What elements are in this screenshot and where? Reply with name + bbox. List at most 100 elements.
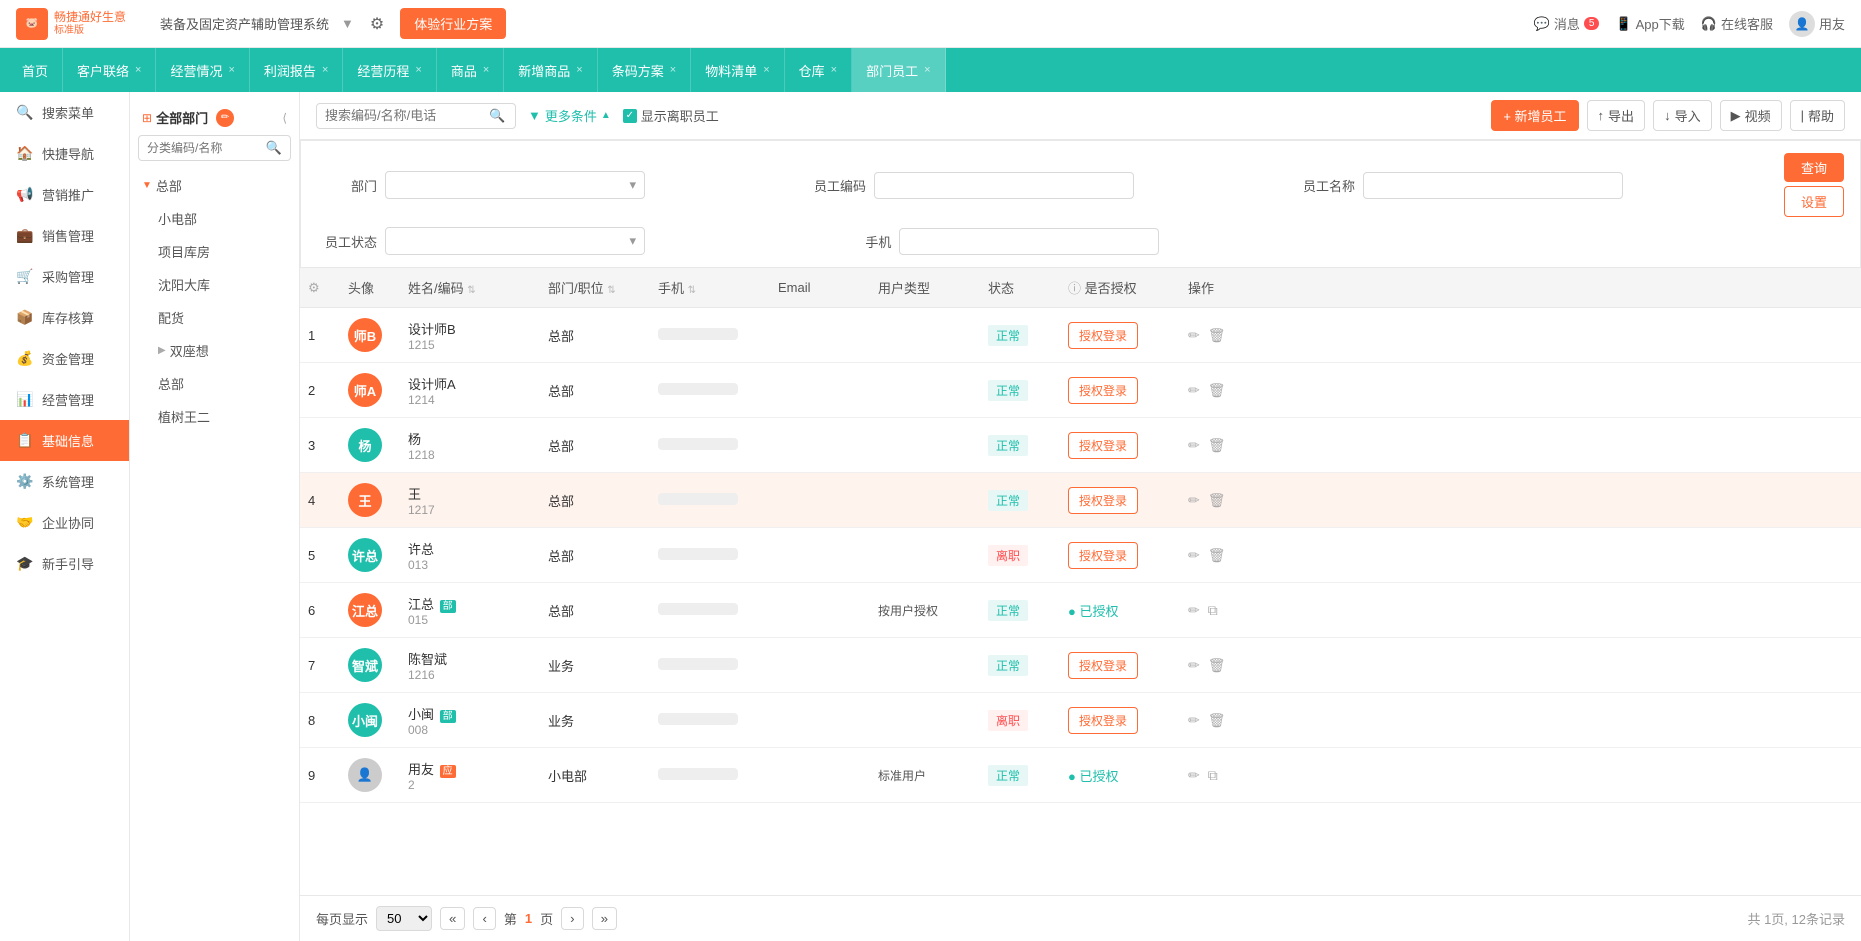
phone-input[interactable] (899, 228, 1159, 255)
edit-icon[interactable]: ✏ (1188, 767, 1200, 784)
edit-icon[interactable]: ✏ (1188, 602, 1200, 619)
auth-button[interactable]: 授权登录 (1068, 322, 1138, 349)
status-select[interactable]: ▾ (385, 227, 645, 255)
next-page-button[interactable]: › (561, 907, 583, 930)
message-item[interactable]: 💬 消息 5 (1534, 14, 1600, 33)
sidebar-item-guide[interactable]: 🎓 新手引导 (0, 543, 129, 584)
edit-icon[interactable]: ✏ (1188, 382, 1200, 399)
sidebar-item-collab[interactable]: 🤝 企业协同 (0, 502, 129, 543)
dept-item-zhishu[interactable]: 植树王二 (130, 400, 299, 433)
sidebar-item-management[interactable]: 📊 经营管理 (0, 379, 129, 420)
sidebar-item-finance[interactable]: 💰 资金管理 (0, 338, 129, 379)
tab-department-staff[interactable]: 部门员工 × (852, 48, 945, 92)
search-icon[interactable]: 🔍 (489, 108, 505, 124)
edit-icon[interactable]: ✏ (1188, 657, 1200, 674)
auth-button[interactable]: 授权登录 (1068, 432, 1138, 459)
view-button[interactable]: ▶ 视频 (1720, 100, 1782, 131)
close-icon[interactable]: × (415, 64, 421, 76)
search-input[interactable] (325, 108, 485, 123)
close-icon[interactable]: × (322, 64, 328, 76)
close-icon[interactable]: × (576, 64, 582, 76)
prev-page-button[interactable]: ‹ (473, 907, 495, 930)
tab-customer[interactable]: 客户联络 × (63, 48, 156, 92)
close-icon[interactable]: × (135, 64, 141, 76)
sidebar-item-search[interactable]: 🔍 搜索菜单 (0, 92, 129, 133)
settings-icon[interactable]: ⚙ (308, 280, 320, 295)
tab-new-goods[interactable]: 新增商品 × (504, 48, 597, 92)
query-button[interactable]: 查询 (1784, 153, 1844, 182)
close-icon[interactable]: × (670, 64, 676, 76)
sidebar-item-basic-info[interactable]: 📋 基础信息 (0, 420, 129, 461)
tab-operation[interactable]: 经营情况 × (156, 48, 249, 92)
tab-goods[interactable]: 商品 × (437, 48, 504, 92)
dept-item-distribution[interactable]: 配货 (130, 301, 299, 334)
collapse-icon[interactable]: ⟨ (282, 111, 287, 125)
user-item[interactable]: 👤 用友 (1789, 11, 1845, 37)
edit-icon[interactable]: ✏ (1188, 547, 1200, 564)
close-icon[interactable]: × (228, 64, 234, 76)
edit-icon[interactable]: ✏ (1188, 712, 1200, 729)
more-filter-button[interactable]: ▼ 更多条件 ▲ (528, 106, 611, 125)
emp-code-input[interactable] (874, 172, 1134, 199)
sidebar-item-system[interactable]: ⚙️ 系统管理 (0, 461, 129, 502)
auth-button[interactable]: 授权登录 (1068, 487, 1138, 514)
delete-icon[interactable]: 🗑 (1208, 712, 1226, 729)
gear-icon[interactable]: ⚙ (370, 14, 384, 34)
tab-profit[interactable]: 利润报告 × (250, 48, 343, 92)
help-button[interactable]: | 帮助 (1790, 100, 1845, 131)
delete-icon[interactable]: 🗑 (1208, 657, 1226, 674)
online-service-item[interactable]: 🎧 在线客服 (1701, 14, 1773, 33)
sidebar-item-inventory[interactable]: 📦 库存核算 (0, 297, 129, 338)
auth-button[interactable]: 授权登录 (1068, 542, 1138, 569)
edit-icon[interactable]: ✏ (1188, 492, 1200, 509)
dept-item-shuangzuo[interactable]: ▶ 双座想 (130, 334, 299, 367)
sidebar-item-marketing[interactable]: 📢 营销推广 (0, 174, 129, 215)
delete-icon[interactable]: 🗑 (1208, 547, 1226, 564)
tab-home[interactable]: 首页 (8, 48, 63, 92)
close-icon[interactable]: × (831, 64, 837, 76)
dept-edit-icon[interactable]: ✏ (216, 109, 234, 127)
sort-icon[interactable]: ⇅ (467, 285, 475, 296)
close-icon[interactable]: × (483, 64, 489, 76)
sort-icon2[interactable]: ⇅ (607, 285, 615, 296)
dept-item-zongbu[interactable]: 总部 (130, 367, 299, 400)
edit-icon[interactable]: ✏ (1188, 437, 1200, 454)
close-icon[interactable]: × (763, 64, 769, 76)
dropdown-icon[interactable]: ▼ (341, 16, 354, 31)
dept-item-xiaodibu[interactable]: 小电部 (130, 202, 299, 235)
tab-bom[interactable]: 物料清单 × (691, 48, 784, 92)
dept-search-icon[interactable]: 🔍 (266, 140, 282, 156)
export-button[interactable]: ↑ 导出 (1587, 100, 1646, 131)
show-resigned-toggle[interactable]: ✓ 显示离职员工 (623, 106, 719, 125)
tab-barcode[interactable]: 条码方案 × (598, 48, 691, 92)
dept-item-general[interactable]: ▼ 总部 (130, 169, 299, 202)
per-page-select[interactable]: 50 20 100 (376, 906, 432, 931)
dept-search-input[interactable] (147, 141, 266, 155)
copy-icon[interactable]: ⧉ (1208, 767, 1218, 784)
import-button[interactable]: ↓ 导入 (1653, 100, 1712, 131)
copy-icon[interactable]: ⧉ (1208, 602, 1218, 619)
last-page-button[interactable]: » (592, 907, 617, 930)
emp-name-input[interactable] (1363, 172, 1623, 199)
trial-button[interactable]: 体验行业方案 (400, 8, 506, 39)
auth-button[interactable]: 授权登录 (1068, 377, 1138, 404)
dept-item-shenyang[interactable]: 沈阳大库 (130, 268, 299, 301)
tab-history[interactable]: 经营历程 × (343, 48, 436, 92)
sort-icon3[interactable]: ⇅ (688, 285, 696, 296)
sidebar-item-sales[interactable]: 💼 销售管理 (0, 215, 129, 256)
reset-button[interactable]: 设置 (1784, 186, 1844, 217)
sidebar-item-quicknav[interactable]: 🏠 快捷导航 (0, 133, 129, 174)
add-employee-button[interactable]: + 新增员工 (1491, 100, 1578, 131)
dept-item-projectroom[interactable]: 项目库房 (130, 235, 299, 268)
auth-button[interactable]: 授权登录 (1068, 707, 1138, 734)
first-page-button[interactable]: « (440, 907, 465, 930)
close-icon[interactable]: × (924, 64, 930, 76)
delete-icon[interactable]: 🗑 (1208, 492, 1226, 509)
app-download-item[interactable]: 📱 App下载 (1615, 14, 1684, 33)
dept-select[interactable]: ▾ (385, 171, 645, 199)
tab-warehouse[interactable]: 仓库 × (785, 48, 852, 92)
delete-icon[interactable]: 🗑 (1208, 382, 1226, 399)
delete-icon[interactable]: 🗑 (1208, 327, 1226, 344)
delete-icon[interactable]: 🗑 (1208, 437, 1226, 454)
sidebar-item-purchase[interactable]: 🛒 采购管理 (0, 256, 129, 297)
